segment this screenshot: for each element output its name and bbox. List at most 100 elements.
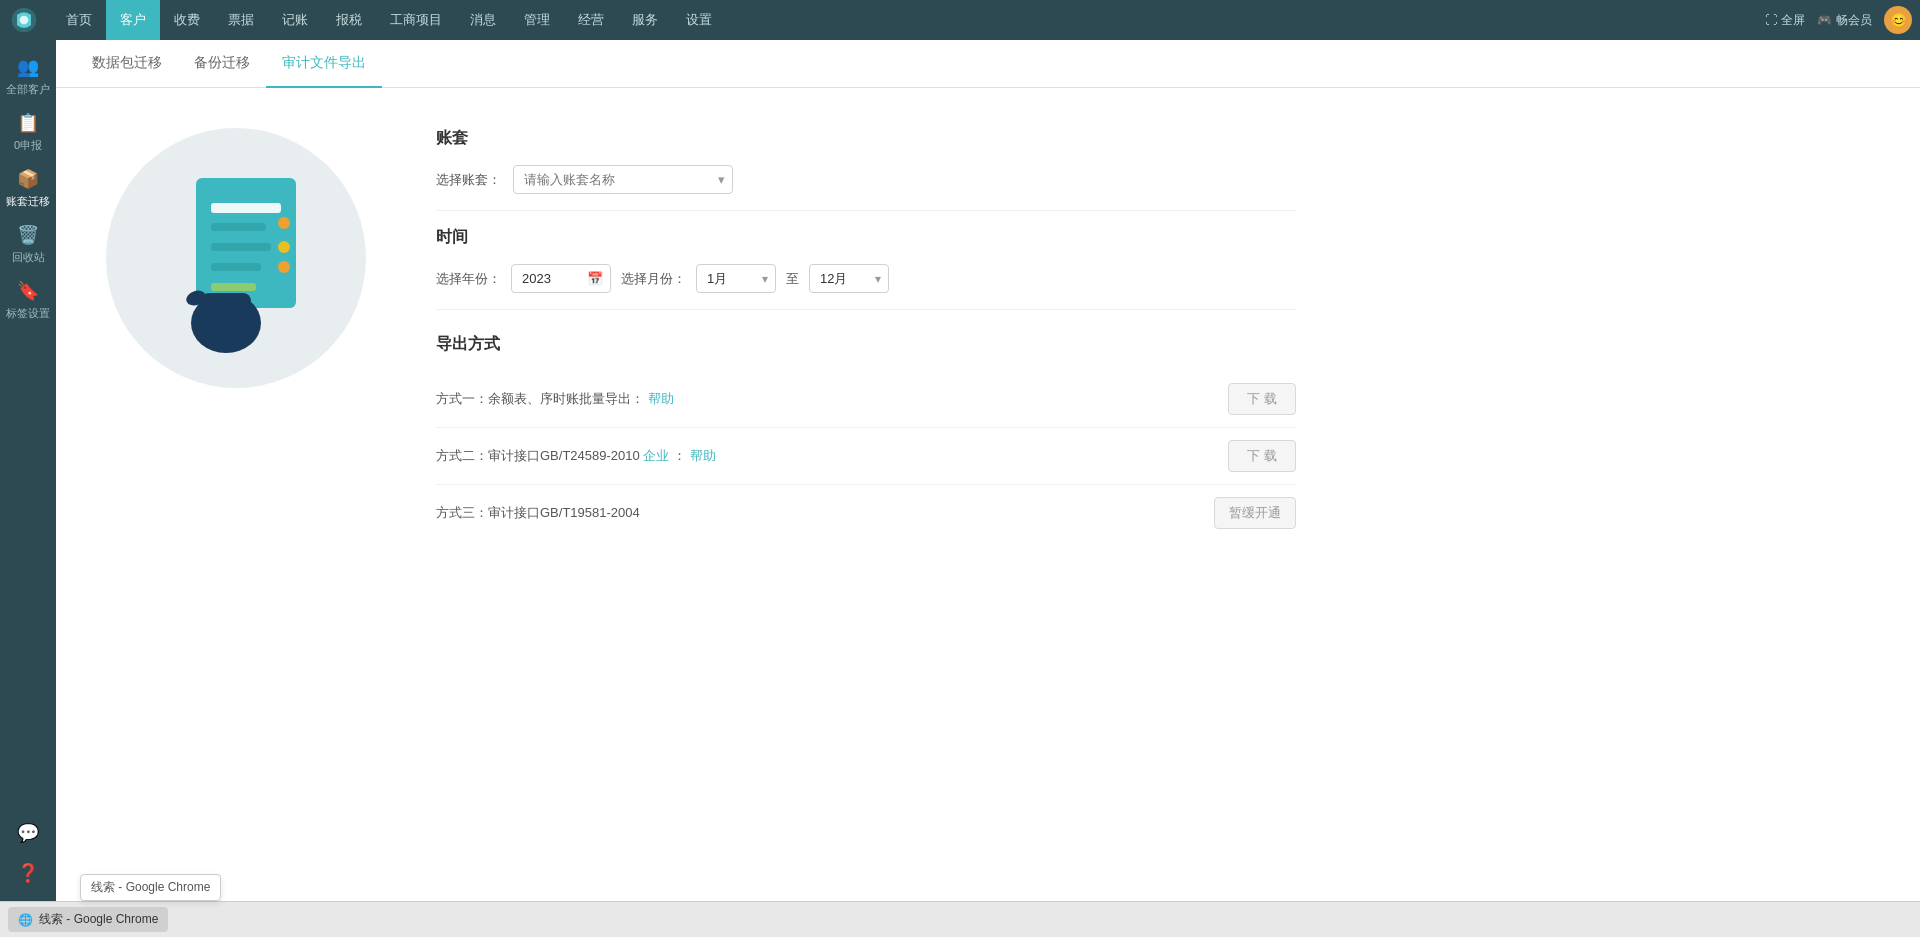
divider-2 (436, 309, 1296, 310)
chrome-icon: 🌐 (18, 913, 33, 927)
export-method-1: 方式一：余额表、序时账批量导出： 帮助 下 载 (436, 371, 1296, 428)
export-method-2-label: 方式二：审计接口GB/T24589-2010 企业 ： 帮助 (436, 447, 716, 465)
export-section: 导出方式 方式一：余额表、序时账批量导出： 帮助 下 载 (436, 334, 1296, 541)
nav-manage[interactable]: 管理 (510, 0, 564, 40)
export-method-3-label: 方式三：审计接口GB/T19581-2004 (436, 504, 640, 522)
form-container: 账套 选择账套： ▾ 时间 选择年份： (96, 118, 1296, 541)
export-method-1-label: 方式一：余额表、序时账批量导出： 帮助 (436, 390, 674, 408)
svg-point-7 (278, 217, 290, 229)
sidebar-item-label: 0申报 (14, 138, 42, 153)
svg-rect-4 (211, 223, 266, 231)
nav-items: 首页 客户 收费 票据 记账 报税 工商项目 消息 管理 经营 服务 设置 (52, 0, 1765, 40)
sidebar-item-zero-declare[interactable]: 📋 0申报 (0, 104, 56, 160)
account-select-input[interactable] (513, 165, 733, 194)
sidebar-item-label: 账套迁移 (6, 194, 50, 209)
tab-backup-migrate[interactable]: 备份迁移 (178, 40, 266, 88)
sidebar-item-account-migrate[interactable]: 📦 账套迁移 (0, 160, 56, 216)
sidebar: 👥 全部客户 📋 0申报 📦 账套迁移 🗑️ 回收站 🔖 标签设置 💬 ❓ (0, 40, 56, 901)
content-area: 数据包迁移 备份迁移 审计文件导出 (56, 40, 1920, 901)
zero-declare-icon: 📋 (17, 112, 39, 134)
fullscreen-icon: ⛶ (1765, 13, 1777, 27)
year-label: 选择年份： (436, 270, 501, 288)
svg-rect-11 (201, 293, 251, 333)
sidebar-notification-icon[interactable]: 💬 (12, 817, 44, 849)
tooltip-bar: 线索 - Google Chrome (80, 874, 221, 901)
tag-icon: 🔖 (17, 280, 39, 302)
nav-ticket[interactable]: 票据 (214, 0, 268, 40)
to-label: 至 (786, 270, 799, 288)
svg-rect-5 (211, 243, 271, 251)
account-section-title: 账套 (436, 128, 1296, 149)
page-content: 账套 选择账套： ▾ 时间 选择年份： (56, 88, 1920, 901)
sidebar-item-tag-settings[interactable]: 🔖 标签设置 (0, 272, 56, 328)
account-select-wrapper: ▾ (513, 165, 733, 194)
main-layout: 👥 全部客户 📋 0申报 📦 账套迁移 🗑️ 回收站 🔖 标签设置 💬 ❓ 数据… (0, 40, 1920, 901)
taskbar-chrome-item[interactable]: 🌐 线索 - Google Chrome (8, 907, 168, 932)
open-button-3[interactable]: 暂缓开通 (1214, 497, 1296, 529)
nav-tax[interactable]: 报税 (322, 0, 376, 40)
taskbar-item-label: 线索 - Google Chrome (39, 911, 158, 928)
help-link-2[interactable]: 帮助 (690, 448, 716, 463)
download-button-1[interactable]: 下 载 (1228, 383, 1296, 415)
tab-audit-export[interactable]: 审计文件导出 (266, 40, 382, 88)
top-navigation: 首页 客户 收费 票据 记账 报税 工商项目 消息 管理 经营 服务 设置 ⛶ … (0, 0, 1920, 40)
top-nav-right: ⛶ 全屏 🎮 畅会员 😊 (1765, 6, 1912, 34)
svg-rect-6 (211, 263, 261, 271)
download-button-2[interactable]: 下 载 (1228, 440, 1296, 472)
tab-bar: 数据包迁移 备份迁移 审计文件导出 (56, 40, 1920, 88)
year-input[interactable] (511, 264, 611, 293)
all-customers-icon: 👥 (17, 56, 39, 78)
nav-business[interactable]: 工商项目 (376, 0, 456, 40)
export-method-3: 方式三：审计接口GB/T19581-2004 暂缓开通 (436, 485, 1296, 541)
export-section-title: 导出方式 (436, 334, 1296, 355)
svg-point-9 (278, 261, 290, 273)
member-icon: 🎮 (1817, 13, 1832, 27)
sidebar-item-label: 标签设置 (6, 306, 50, 321)
sidebar-item-label: 回收站 (12, 250, 45, 265)
month-from-wrapper: 1月2月3月4月 5月6月7月8月 9月10月11月12月 (696, 264, 776, 293)
migrate-icon: 📦 (17, 168, 39, 190)
month-to-wrapper: 1月2月3月4月 5月6月7月8月 9月10月11月12月 (809, 264, 889, 293)
help-link-1[interactable]: 帮助 (648, 391, 674, 406)
time-form-row: 选择年份： 📅 选择月份： 1月2月3月4月 5月6月7月8月 9月10月11月… (436, 264, 1296, 293)
avatar[interactable]: 😊 (1884, 6, 1912, 34)
nav-operation[interactable]: 经营 (564, 0, 618, 40)
fullscreen-button[interactable]: ⛶ 全屏 (1765, 12, 1805, 29)
nav-bookkeeping[interactable]: 记账 (268, 0, 322, 40)
illustration-wrap (96, 118, 376, 398)
nav-message[interactable]: 消息 (456, 0, 510, 40)
recycle-icon: 🗑️ (17, 224, 39, 246)
app-logo[interactable] (8, 4, 40, 36)
tab-data-migrate[interactable]: 数据包迁移 (76, 40, 178, 88)
sidebar-item-recycle[interactable]: 🗑️ 回收站 (0, 216, 56, 272)
sidebar-item-all-customers[interactable]: 👥 全部客户 (0, 48, 56, 104)
svg-rect-13 (211, 283, 256, 291)
svg-point-8 (278, 241, 290, 253)
time-section-title: 时间 (436, 227, 1296, 248)
nav-fee[interactable]: 收费 (160, 0, 214, 40)
sidebar-item-label: 全部客户 (6, 82, 50, 97)
illustration-circle (106, 128, 366, 388)
taskbar: 🌐 线索 - Google Chrome (0, 901, 1920, 937)
member-button[interactable]: 🎮 畅会员 (1817, 12, 1872, 29)
svg-rect-3 (211, 203, 281, 213)
nav-settings[interactable]: 设置 (672, 0, 726, 40)
company-link[interactable]: 企业 (643, 448, 669, 463)
nav-customer[interactable]: 客户 (106, 0, 160, 40)
nav-service[interactable]: 服务 (618, 0, 672, 40)
divider-1 (436, 210, 1296, 211)
year-input-wrapper: 📅 (511, 264, 611, 293)
sidebar-help-icon[interactable]: ❓ (12, 857, 44, 889)
account-select-label: 选择账套： (436, 171, 501, 189)
month-to-select[interactable]: 1月2月3月4月 5月6月7月8月 9月10月11月12月 (809, 264, 889, 293)
month-label: 选择月份： (621, 270, 686, 288)
illustration-svg (136, 148, 336, 368)
nav-home[interactable]: 首页 (52, 0, 106, 40)
svg-point-1 (20, 16, 29, 25)
right-form: 账套 选择账套： ▾ 时间 选择年份： (436, 118, 1296, 541)
export-method-2: 方式二：审计接口GB/T24589-2010 企业 ： 帮助 下 载 (436, 428, 1296, 485)
tooltip-text: 线索 - Google Chrome (91, 880, 210, 894)
month-from-select[interactable]: 1月2月3月4月 5月6月7月8月 9月10月11月12月 (696, 264, 776, 293)
sidebar-bottom: 💬 ❓ (12, 817, 44, 889)
account-form-row: 选择账套： ▾ (436, 165, 1296, 194)
